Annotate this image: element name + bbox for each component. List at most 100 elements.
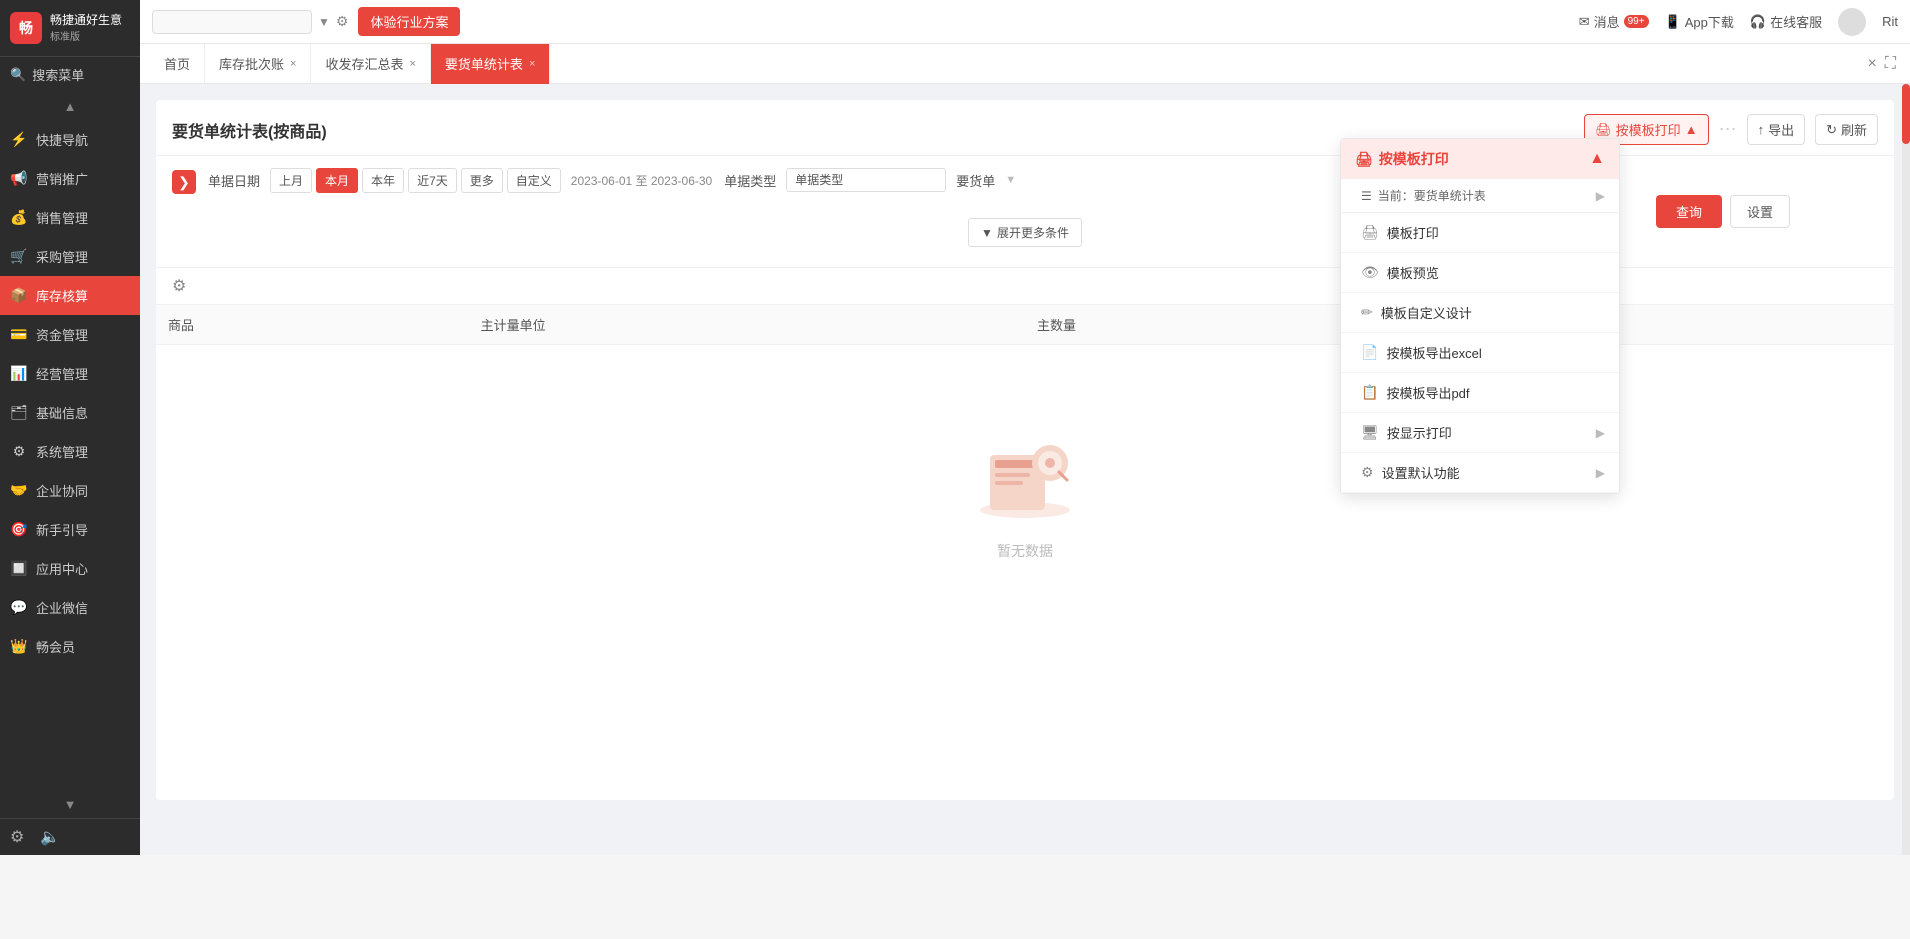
sidebar-item-wechat[interactable]: 💬 企业微信 xyxy=(0,588,140,627)
sidebar-item-basic[interactable]: 🗂 基础信息 xyxy=(0,393,140,432)
operation-icon: 📊 xyxy=(10,365,28,383)
topbar-search-input[interactable] xyxy=(152,10,312,34)
collab-icon: 🤝 xyxy=(10,482,28,500)
speaker-icon[interactable]: 🔈 xyxy=(40,827,60,847)
date-btn-more[interactable]: 更多 xyxy=(461,168,503,193)
sidebar-item-label: 采购管理 xyxy=(36,247,88,266)
finance-icon: 💳 xyxy=(10,326,28,344)
messages-badge: 99+ xyxy=(1624,15,1649,28)
tab-batch-account-close[interactable]: × xyxy=(290,58,296,70)
sidebar-item-purchase[interactable]: 🛒 采购管理 xyxy=(0,237,140,276)
item-left: 🖨 模板打印 xyxy=(1361,223,1439,242)
sales-icon: 💰 xyxy=(10,209,28,227)
scrollbar-thumb[interactable] xyxy=(1902,84,1910,144)
filter-bar: ❯ 单据日期 上月 本月 本年 近7天 更多 自定义 2023-06-01 至 … xyxy=(156,156,1894,268)
filter-expand-left-btn[interactable]: ❯ xyxy=(172,170,196,194)
sidebar-item-system[interactable]: ⚙ 系统管理 xyxy=(0,432,140,471)
user-avatar[interactable] xyxy=(1838,8,1866,36)
messages-btn[interactable]: ✉ 消息 99+ xyxy=(1579,12,1649,31)
sidebar-item-label: 经营管理 xyxy=(36,364,88,383)
export-btn[interactable]: ↑ 导出 xyxy=(1747,114,1806,145)
print-dropdown-item-template-design[interactable]: ✏ 模板自定义设计 xyxy=(1341,293,1619,333)
settings-filter-btn[interactable]: 设置 xyxy=(1730,195,1790,228)
filter-action-btns: 查询 设置 xyxy=(1656,195,1790,228)
tab-home[interactable]: 首页 xyxy=(150,44,205,84)
query-btn[interactable]: 查询 xyxy=(1656,195,1722,228)
search-menu[interactable]: 🔍 搜索菜单 xyxy=(0,57,140,92)
print-dropdown-title-icon: 🖨 xyxy=(1355,151,1373,168)
topbar-dropdown-btn[interactable]: ▼ xyxy=(318,15,330,29)
sidebar-item-label: 新手引导 xyxy=(36,520,88,539)
expand-icon: ▼ xyxy=(981,226,993,240)
settings-bottom-icon[interactable]: ⚙ xyxy=(10,827,24,847)
sidebar-item-marketing[interactable]: 📢 营销推广 xyxy=(0,159,140,198)
date-btn-custom[interactable]: 自定义 xyxy=(507,168,561,193)
sidebar-item-inventory[interactable]: 📦 库存核算 xyxy=(0,276,140,315)
sidebar-item-finance[interactable]: 💳 资金管理 xyxy=(0,315,140,354)
print-dropdown-item-template-print[interactable]: 🖨 模板打印 xyxy=(1341,213,1619,253)
print-dropdown-close-btn[interactable]: ▲ xyxy=(1589,150,1605,168)
tab-receipt-summary-close[interactable]: × xyxy=(409,58,415,70)
refresh-btn[interactable]: ↻ 刷新 xyxy=(1815,114,1878,145)
app-name: 畅捷通好生意 xyxy=(50,13,122,29)
filter-row-date: 单据日期 上月 本月 本年 近7天 更多 自定义 2023-06-01 至 20… xyxy=(208,168,712,193)
app-center-icon: 🔲 xyxy=(10,560,28,578)
print-dropdown-item-export-excel[interactable]: 📄 按模板导出excel xyxy=(1341,333,1619,373)
tabbar-expand-btn[interactable]: ⛶ xyxy=(1881,51,1900,77)
sidebar-item-quick-nav[interactable]: ⚡ 快捷导航 xyxy=(0,120,140,159)
tab-batch-account[interactable]: 库存批次账 × xyxy=(205,44,311,84)
right-scrollbar[interactable] xyxy=(1902,84,1910,855)
sidebar-item-app-center[interactable]: 🔲 应用中心 xyxy=(0,549,140,588)
empty-text: 暂无数据 xyxy=(997,541,1053,561)
app-download-label: App下载 xyxy=(1685,12,1734,31)
date-btn-7days[interactable]: 近7天 xyxy=(408,168,457,193)
scroll-up-btn[interactable]: ▲ xyxy=(0,92,140,120)
member-icon: 👑 xyxy=(10,638,28,656)
sidebar-item-label: 畅会员 xyxy=(36,637,75,656)
item-left: ✏ 模板自定义设计 xyxy=(1361,303,1472,322)
filter-row-type: 单据类型 单据类型 要货单 ▼ xyxy=(724,168,1016,192)
sidebar: 畅 畅捷通好生意 标准版 🔍 搜索菜单 ▲ ⚡ 快捷导航 📢 营销推广 💰 销售… xyxy=(0,0,140,855)
app-download-btn[interactable]: 📱 App下载 xyxy=(1665,12,1734,31)
online-support-btn[interactable]: 🎧 在线客服 xyxy=(1750,12,1822,31)
date-btn-this-year[interactable]: 本年 xyxy=(362,168,404,193)
print-dropdown-item-set-default[interactable]: ⚙ 设置默认功能 ▶ xyxy=(1341,453,1619,493)
app-logo: 畅 畅捷通好生意 标准版 xyxy=(0,0,140,57)
item-left: 📋 按模板导出pdf xyxy=(1361,383,1470,402)
item-left: 🖥 按显示打印 xyxy=(1361,423,1452,442)
table-settings-btn[interactable]: ⚙ xyxy=(172,276,186,296)
tabbar-close-btn[interactable]: × xyxy=(1863,51,1880,77)
sidebar-item-collab[interactable]: 🤝 企业协同 xyxy=(0,471,140,510)
print-dropdown-header: 🖨 按模板打印 ▲ xyxy=(1341,139,1619,179)
sidebar-item-sales[interactable]: 💰 销售管理 xyxy=(0,198,140,237)
set-default-icon: ⚙ xyxy=(1361,464,1374,481)
date-buttons: 上月 本月 本年 近7天 更多 自定义 xyxy=(270,168,561,193)
data-table: 商品 主计量单位 主数量 零售金额 xyxy=(156,305,1894,345)
print-dropdown-title: 🖨 按模板打印 xyxy=(1355,149,1449,169)
expand-conditions-btn[interactable]: ▼ 展开更多条件 xyxy=(968,218,1082,247)
date-range: 2023-06-01 至 2023-06-30 xyxy=(571,172,712,189)
sidebar-item-guide[interactable]: 🎯 新手引导 xyxy=(0,510,140,549)
date-btn-this-month[interactable]: 本月 xyxy=(316,168,358,193)
set-default-arrow: ▶ xyxy=(1596,466,1605,480)
app-download-icon: 📱 xyxy=(1665,14,1681,30)
sidebar-item-operation[interactable]: 📊 经营管理 xyxy=(0,354,140,393)
date-btn-last-month[interactable]: 上月 xyxy=(270,168,312,193)
tab-order-stats[interactable]: 要货单统计表 × xyxy=(431,44,550,84)
sidebar-item-member[interactable]: 👑 畅会员 xyxy=(0,627,140,666)
print-dropdown-current[interactable]: ☰ 当前：要货单统计表 ▶ xyxy=(1341,179,1619,213)
search-icon: 🔍 xyxy=(10,67,26,83)
filter-group-date: 单据日期 上月 本月 本年 近7天 更多 自定义 2023-06-01 至 20… xyxy=(208,168,712,193)
tab-receipt-summary[interactable]: 收发存汇总表 × xyxy=(311,44,430,84)
system-icon: ⚙ xyxy=(10,443,28,461)
print-dropdown-item-template-preview[interactable]: 👁 模板预览 xyxy=(1341,253,1619,293)
empty-state: 暂无数据 xyxy=(156,345,1894,641)
order-type-select[interactable]: 单据类型 xyxy=(786,168,946,192)
trial-btn[interactable]: 体验行业方案 xyxy=(358,7,460,36)
tab-order-stats-close[interactable]: × xyxy=(529,58,535,70)
chevron-up-icon: ▲ xyxy=(1685,122,1698,137)
topbar-settings-btn[interactable]: ⚙ xyxy=(336,13,349,30)
print-dropdown-item-display-print[interactable]: 🖥 按显示打印 ▶ xyxy=(1341,413,1619,453)
print-dropdown-item-export-pdf[interactable]: 📋 按模板导出pdf xyxy=(1341,373,1619,413)
scroll-down-btn[interactable]: ▼ xyxy=(0,790,140,818)
